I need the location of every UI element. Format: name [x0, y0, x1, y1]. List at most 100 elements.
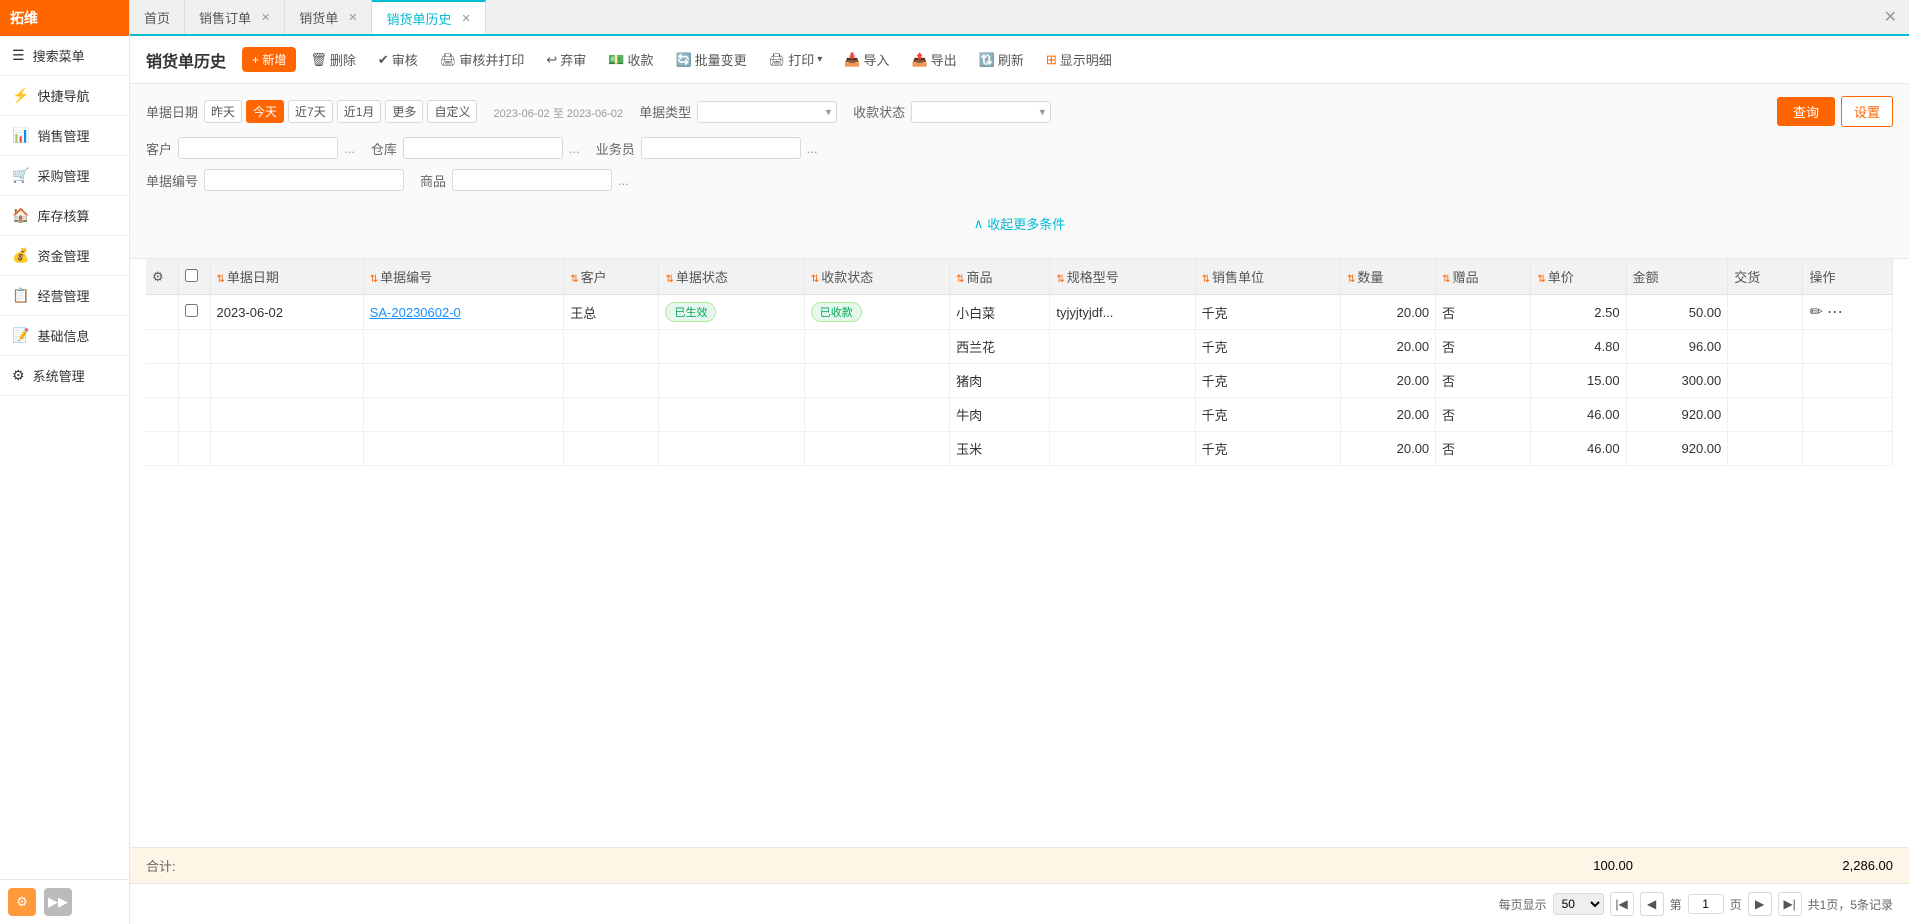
- col-gift[interactable]: ⇅赠品: [1436, 259, 1531, 295]
- collect-status-select[interactable]: [911, 101, 1051, 123]
- doc-type-select[interactable]: [697, 101, 837, 123]
- page-next-btn[interactable]: ▶: [1748, 892, 1772, 916]
- set-button[interactable]: 设置: [1841, 96, 1893, 127]
- col-doc-status[interactable]: ⇅单据状态: [659, 259, 804, 295]
- show-details-button[interactable]: ⊞ 显示明细: [1038, 46, 1120, 73]
- cell-doc-status: [659, 330, 804, 364]
- review-button[interactable]: ✔ 审核: [370, 46, 426, 73]
- new-button[interactable]: + 新增: [242, 47, 296, 72]
- sidebar-item-purchase-mgmt[interactable]: 🛒 采购管理: [0, 156, 129, 196]
- date-btn-more[interactable]: 更多: [385, 100, 423, 123]
- cell-collect-status: [804, 398, 949, 432]
- print-dropdown-icon: ▾: [817, 54, 822, 65]
- sidebar-item-sales-mgmt[interactable]: 📊 销售管理: [0, 116, 129, 156]
- page-prev-btn[interactable]: ◀: [1640, 892, 1664, 916]
- date-btn-yesterday[interactable]: 昨天: [204, 100, 242, 123]
- col-checkbox[interactable]: [178, 259, 210, 295]
- goods-input[interactable]: [452, 169, 612, 191]
- cell-spec-type: [1050, 432, 1195, 466]
- date-btn-today[interactable]: 今天: [246, 100, 284, 123]
- salesperson-input[interactable]: [641, 137, 801, 159]
- col-quantity[interactable]: ⇅数量: [1340, 259, 1435, 295]
- sidebar-item-sys-mgmt[interactable]: ⚙ 系统管理: [0, 356, 129, 396]
- page-first-btn[interactable]: |◀: [1610, 892, 1634, 916]
- col-goods[interactable]: ⇅商品: [950, 259, 1050, 295]
- sidebar-item-label: 采购管理: [37, 166, 89, 185]
- date-quick-btns: 昨天 今天 近7天 近1月 更多 自定义: [204, 100, 477, 123]
- page-num-input[interactable]: [1688, 894, 1724, 914]
- more-conditions-label: 收起更多条件: [987, 214, 1065, 233]
- more-conditions-btn[interactable]: ∧ 收起更多条件: [968, 211, 1072, 236]
- col-customer[interactable]: ⇅客户: [564, 259, 659, 295]
- sidebar-item-quick-nav[interactable]: ⚡ 快捷导航: [0, 76, 129, 116]
- sidebar-settings-btn[interactable]: ⚙: [8, 888, 36, 916]
- search-menu-icon: ☰: [12, 47, 25, 64]
- customer-dots[interactable]: ...: [344, 141, 355, 156]
- batch-change-label: 批量变更: [695, 50, 747, 69]
- sidebar-item-label: 基础信息: [37, 326, 89, 345]
- table-row: 西兰花 千克 20.00 否 4.80 96.00: [146, 330, 1893, 364]
- delete-button[interactable]: 🗑 删除: [302, 46, 364, 73]
- col-doc-no[interactable]: ⇅单据编号: [363, 259, 564, 295]
- refresh-button[interactable]: 🔃 刷新: [971, 46, 1032, 73]
- cell-doc-date: 2023-06-02: [210, 295, 363, 330]
- date-btn-1month[interactable]: 近1月: [337, 100, 382, 123]
- tab-bar-close-btn[interactable]: ✕: [1872, 7, 1909, 27]
- per-page-select[interactable]: 50 100 200: [1553, 893, 1604, 915]
- col-amount: 金额: [1626, 259, 1728, 295]
- doc-no-input[interactable]: [204, 169, 404, 191]
- import-button[interactable]: 📥 导入: [836, 46, 897, 73]
- cell-transaction: [1728, 295, 1803, 330]
- sidebar-logo: 拓维: [0, 0, 129, 36]
- tab-home[interactable]: 首页: [130, 0, 185, 34]
- tab-sales-history[interactable]: 销货单历史 ✕: [372, 0, 485, 34]
- action-btns: ✏ ⋯: [1809, 302, 1886, 322]
- cell-doc-date: [210, 364, 363, 398]
- table-container[interactable]: ⚙ ⇅单据日期 ⇅单据编号 ⇅客户 ⇅单据状态 ⇅收款状态 ⇅商品 ⇅规格型号 …: [130, 259, 1909, 847]
- tab-sales-order-label: 销售订单: [199, 8, 251, 27]
- cell-goods: 牛肉: [950, 398, 1050, 432]
- tab-sales-order-close[interactable]: ✕: [261, 11, 270, 24]
- doc-no-link[interactable]: SA-20230602-0: [370, 305, 461, 320]
- date-btn-custom[interactable]: 自定义: [427, 100, 477, 123]
- tab-sales-history-close[interactable]: ✕: [462, 12, 471, 25]
- row-checkbox[interactable]: [185, 304, 198, 317]
- page-last-btn[interactable]: ▶|: [1778, 892, 1802, 916]
- summary-total-qty: 100.00: [1583, 858, 1663, 873]
- more-btn[interactable]: ⋯: [1827, 302, 1843, 322]
- sidebar-item-search-menu[interactable]: ☰ 搜索菜单: [0, 36, 129, 76]
- sidebar-item-stock-calc[interactable]: 🏠 库存核算: [0, 196, 129, 236]
- col-settings[interactable]: ⚙: [146, 259, 178, 295]
- query-button[interactable]: 查询: [1777, 97, 1835, 126]
- sidebar-item-ops-mgmt[interactable]: 📋 经营管理: [0, 276, 129, 316]
- tab-sales-order[interactable]: 销售订单 ✕: [185, 0, 285, 34]
- col-spec-type[interactable]: ⇅规格型号: [1050, 259, 1195, 295]
- sidebar-expand-btn[interactable]: ▶▶: [44, 888, 72, 916]
- cell-settings: [146, 330, 178, 364]
- col-sales-unit[interactable]: ⇅销售单位: [1195, 259, 1340, 295]
- edit-btn[interactable]: ✏: [1809, 302, 1822, 322]
- date-btn-7days[interactable]: 近7天: [288, 100, 333, 123]
- collect-button[interactable]: 💵 收款: [600, 46, 661, 73]
- export-button[interactable]: 📤 导出: [903, 46, 964, 73]
- salesperson-dots[interactable]: ...: [807, 141, 818, 156]
- sidebar-bottom: ⚙ ▶▶: [0, 879, 129, 924]
- goods-dots[interactable]: ...: [618, 173, 629, 188]
- batch-change-button[interactable]: 🔄 批量变更: [667, 46, 754, 73]
- sidebar-item-fund-mgmt[interactable]: 💰 资金管理: [0, 236, 129, 276]
- delete-label: 删除: [330, 50, 356, 69]
- tab-sales-goods-close[interactable]: ✕: [348, 11, 357, 24]
- review-print-button[interactable]: 🖨 审核并打印: [432, 46, 533, 73]
- col-collect-status[interactable]: ⇅收款状态: [804, 259, 949, 295]
- customer-input[interactable]: [178, 137, 338, 159]
- warehouse-input[interactable]: [403, 137, 563, 159]
- warehouse-dots[interactable]: ...: [569, 141, 580, 156]
- abandon-button[interactable]: ↩ 弃审: [538, 46, 594, 73]
- print-button[interactable]: 🖨 打印 ▾: [761, 46, 831, 73]
- sidebar-item-label: 库存核算: [37, 206, 89, 225]
- sidebar-item-basic-info[interactable]: 📝 基础信息: [0, 316, 129, 356]
- col-unit-price[interactable]: ⇅单价: [1531, 259, 1626, 295]
- tab-sales-goods[interactable]: 销货单 ✕: [285, 0, 372, 34]
- col-doc-date[interactable]: ⇅单据日期: [210, 259, 363, 295]
- select-all-checkbox[interactable]: [185, 269, 198, 282]
